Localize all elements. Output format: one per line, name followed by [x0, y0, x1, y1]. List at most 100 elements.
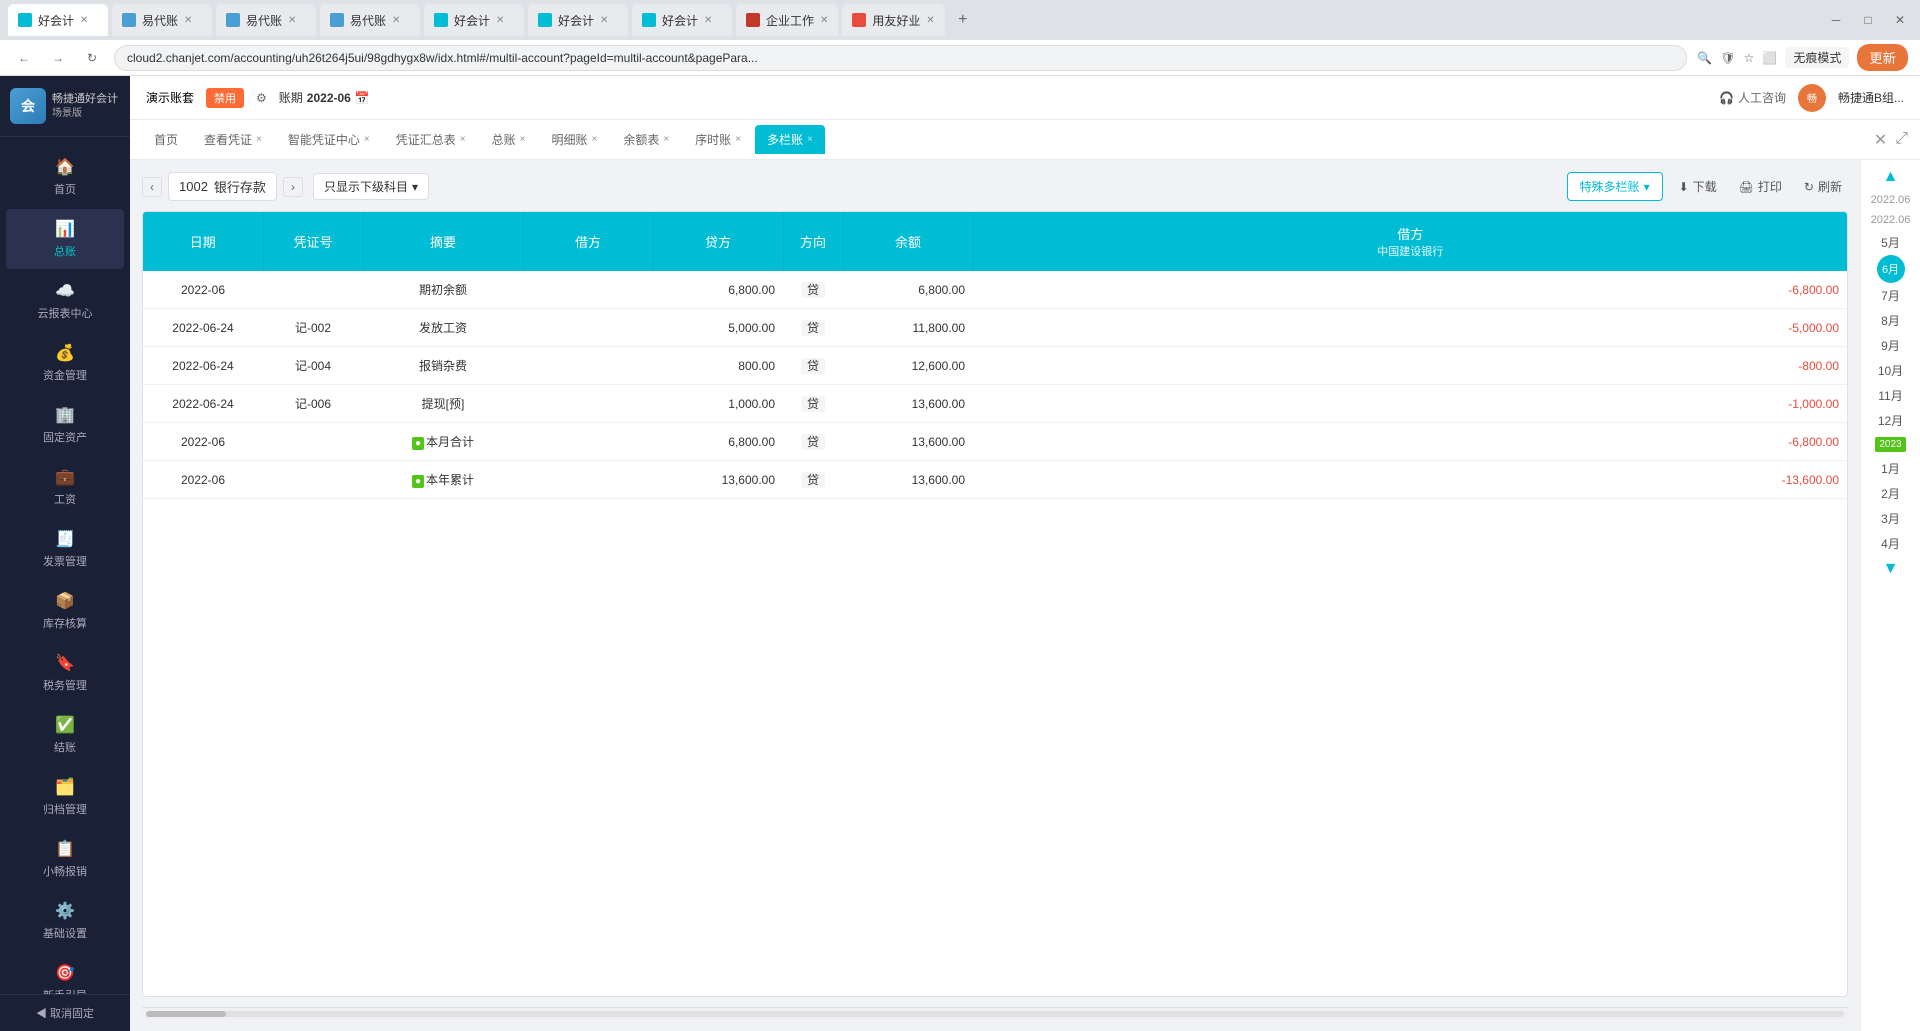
tab-close-2[interactable]: ✕	[288, 15, 296, 26]
tab-general-ledger[interactable]: 总账 ×	[480, 125, 538, 154]
tab-home[interactable]: 首页	[142, 125, 190, 154]
month-nov[interactable]: 11月	[1861, 383, 1920, 408]
address-input[interactable]	[114, 45, 1687, 71]
unpin-button[interactable]: ◀ 取消固定	[10, 1005, 120, 1021]
tab-view-voucher[interactable]: 查看凭证 ×	[192, 125, 274, 154]
scroll-up-button[interactable]: ▲	[1879, 164, 1903, 190]
prev-account-button[interactable]: ‹	[142, 177, 162, 197]
cell-date: 2022-06-24	[143, 385, 263, 423]
main: 演示账套 禁用 ⚙ 账期 2022-06 📅 🎧 人工咨询 畅 畅捷通B组...	[130, 76, 1920, 1031]
browser-tab-2[interactable]: 易代账 ✕	[216, 4, 316, 36]
maximize-button[interactable]: □	[1856, 8, 1880, 32]
scroll-down-button[interactable]: ▼	[1879, 556, 1903, 582]
month-dec[interactable]: 12月	[1861, 408, 1920, 433]
collapse-icon[interactable]: ✕	[1874, 130, 1887, 150]
account-select[interactable]: 1002 银行存款	[168, 172, 277, 201]
bottom-scrollbar[interactable]	[142, 1007, 1848, 1019]
month-may[interactable]: 5月	[1861, 230, 1920, 255]
month-feb[interactable]: 2月	[1861, 481, 1920, 506]
tab-close-8[interactable]: ✕	[820, 15, 828, 26]
browser-tab-3[interactable]: 易代账 ✕	[320, 4, 420, 36]
refresh-button[interactable]: ↻ 刷新	[1798, 174, 1848, 199]
month-aug[interactable]: 8月	[1861, 308, 1920, 333]
tab-close-1[interactable]: ✕	[184, 15, 192, 26]
browser-tab-4[interactable]: 好会计 ✕	[424, 4, 524, 36]
date-2022-06-2[interactable]: 2022.06	[1869, 210, 1913, 230]
sidebar-item-salary[interactable]: 💼 工资	[6, 457, 124, 517]
sidebar-item-expense[interactable]: 📋 小畅报销	[6, 829, 124, 889]
scroll-thumb[interactable]	[146, 1011, 226, 1017]
voucher-link[interactable]: 记-006	[295, 397, 331, 411]
new-tab-button[interactable]: +	[949, 6, 977, 34]
tab-close-4[interactable]: ✕	[496, 15, 504, 26]
sidebar-item-ledger[interactable]: 📊 总账	[6, 209, 124, 269]
sidebar-item-fund[interactable]: 💰 资金管理	[6, 333, 124, 393]
month-sep[interactable]: 9月	[1861, 333, 1920, 358]
month-jan[interactable]: 1月	[1861, 456, 1920, 481]
voucher-link[interactable]: 记-004	[295, 359, 331, 373]
sidebar-item-asset[interactable]: 🏢 固定资产	[6, 395, 124, 455]
update-button[interactable]: 更新	[1857, 44, 1908, 71]
tab-close-detail[interactable]: ×	[591, 134, 597, 145]
month-jul[interactable]: 7月	[1861, 283, 1920, 308]
tab-close-smart-voucher[interactable]: ×	[364, 134, 370, 145]
date-2022-06-top[interactable]: 2022.06	[1869, 190, 1913, 210]
shield-icon[interactable]: 🛡	[1720, 51, 1735, 65]
forward-button[interactable]: →	[46, 46, 70, 70]
tab-multi-column[interactable]: 多栏账 ×	[755, 125, 825, 154]
browser-tab-9[interactable]: 用友好业 ✕	[842, 4, 944, 36]
tab-smart-voucher[interactable]: 智能凭证中心 ×	[276, 125, 382, 154]
sidebar-item-cloud-report[interactable]: ☁️ 云报表中心	[6, 271, 124, 331]
voucher-link[interactable]: 记-002	[295, 321, 331, 335]
tab-close-voucher-summary[interactable]: ×	[460, 134, 466, 145]
sidebar-item-tax[interactable]: 🔖 税务管理	[6, 643, 124, 703]
tab-detail-ledger[interactable]: 明细账 ×	[539, 125, 609, 154]
consult-button[interactable]: 🎧 人工咨询	[1719, 89, 1786, 106]
extension-icon[interactable]: ⬜	[1762, 51, 1777, 65]
multi-column-button[interactable]: 特殊多栏账 ▾	[1567, 172, 1663, 201]
browser-tab-5[interactable]: 好会计 ✕	[8, 4, 108, 36]
sidebar-item-guide[interactable]: 🎯 新手引导	[6, 953, 124, 994]
tab-close-6[interactable]: ✕	[600, 15, 608, 26]
bookmark-icon[interactable]: ☆	[1744, 51, 1755, 65]
tab-close-view-voucher[interactable]: ×	[256, 134, 262, 145]
tab-close-7[interactable]: ✕	[704, 15, 712, 26]
browser-tab-8[interactable]: 企业工作 ✕	[736, 4, 838, 36]
month-jun-active[interactable]: 6月	[1877, 255, 1905, 283]
browser-tab-6[interactable]: 好会计 ✕	[528, 4, 628, 36]
tab-close-balance[interactable]: ×	[663, 134, 669, 145]
tab-close-3[interactable]: ✕	[392, 15, 400, 26]
tab-close-5[interactable]: ✕	[80, 15, 88, 26]
browser-tab-1[interactable]: 易代账 ✕	[112, 4, 212, 36]
sidebar-item-invoice[interactable]: 🧾 发票管理	[6, 519, 124, 579]
sidebar-item-inventory[interactable]: 📦 库存核算	[6, 581, 124, 641]
close-button[interactable]: ✕	[1888, 8, 1912, 32]
cell-summary: 期初余额	[363, 271, 523, 309]
browser-tab-7[interactable]: 好会计 ✕	[632, 4, 732, 36]
month-mar[interactable]: 3月	[1861, 506, 1920, 531]
settings-icon[interactable]: ⚙	[256, 91, 267, 105]
search-icon[interactable]: 🔍	[1697, 51, 1712, 65]
tab-close-journal[interactable]: ×	[735, 134, 741, 145]
month-oct[interactable]: 10月	[1861, 358, 1920, 383]
calendar-icon[interactable]: 📅	[355, 91, 370, 105]
sidebar-item-settings[interactable]: ⚙️ 基础设置	[6, 891, 124, 951]
filter-select[interactable]: 只显示下级科目 ▾	[313, 173, 429, 200]
tab-close-general[interactable]: ×	[520, 134, 526, 145]
download-button[interactable]: ⬇ 下载	[1673, 174, 1723, 199]
tab-voucher-summary[interactable]: 凭证汇总表 ×	[384, 125, 478, 154]
next-account-button[interactable]: ›	[283, 177, 303, 197]
tab-close-multi[interactable]: ×	[807, 134, 813, 145]
back-button[interactable]: ←	[12, 46, 36, 70]
sidebar-item-archive[interactable]: 🗂️ 归档管理	[6, 767, 124, 827]
expand-icon[interactable]: ⤢	[1895, 130, 1908, 150]
tab-journal[interactable]: 序时账 ×	[683, 125, 753, 154]
refresh-button[interactable]: ↻	[80, 46, 104, 70]
tab-close-9[interactable]: ✕	[926, 15, 934, 26]
month-apr[interactable]: 4月	[1861, 531, 1920, 556]
sidebar-item-home[interactable]: 🏠 首页	[6, 147, 124, 207]
sidebar-item-close[interactable]: ✅ 结账	[6, 705, 124, 765]
tab-balance[interactable]: 余额表 ×	[611, 125, 681, 154]
minimize-button[interactable]: ─	[1824, 8, 1848, 32]
print-button[interactable]: 🖨 打印	[1733, 174, 1788, 199]
